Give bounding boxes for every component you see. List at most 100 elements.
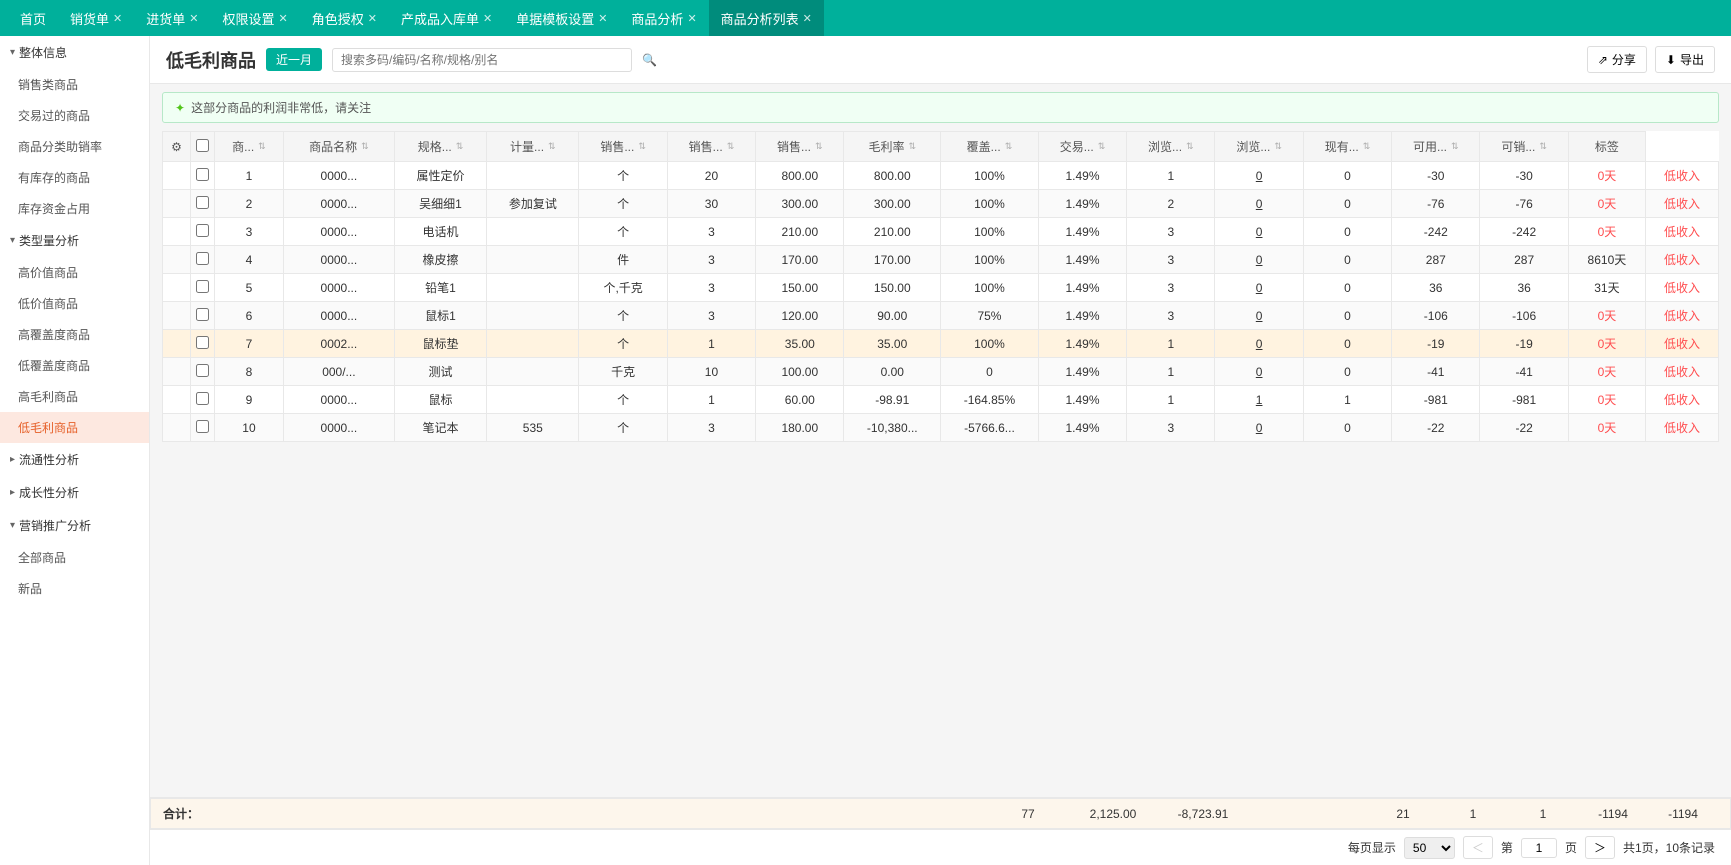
time-filter-button[interactable]: 近一月 [266,48,322,71]
nav-purchase-order-close[interactable]: ✕ [189,12,198,25]
share-button[interactable]: ⇗ 分享 [1587,46,1647,73]
row-checkbox-cell[interactable] [191,162,215,190]
th-sales-amount[interactable]: 销售...⇅ [667,132,755,162]
nav-home[interactable]: 首页 [8,0,58,36]
row-checkbox[interactable] [196,196,209,209]
row-checkbox-cell[interactable] [191,358,215,386]
row-checkbox[interactable] [196,392,209,405]
row-checkbox[interactable] [196,252,209,265]
row-browse1[interactable]: 0 [1215,246,1303,274]
search-icon[interactable]: 🔍 [642,53,657,67]
browse1-link[interactable]: 0 [1256,169,1263,183]
row-checkbox[interactable] [196,420,209,433]
next-page-button[interactable]: ＞ [1585,836,1615,859]
row-checkbox[interactable] [196,308,209,321]
nav-permissions[interactable]: 权限设置 ✕ [210,0,299,36]
sidebar-item-stock-capital[interactable]: 库存资金占用 [0,193,149,224]
nav-product-analysis-close[interactable]: ✕ [687,12,696,25]
th-available[interactable]: 可用...⇅ [1392,132,1480,162]
row-checkbox-cell[interactable] [191,274,215,302]
row-browse1[interactable]: 0 [1215,190,1303,218]
th-unit[interactable]: 计量...⇅ [487,132,579,162]
th-sellable[interactable]: 可销...⇅ [1480,132,1568,162]
th-browse1[interactable]: 浏览...⇅ [1127,132,1215,162]
row-checkbox-cell[interactable] [191,386,215,414]
row-checkbox-cell[interactable] [191,330,215,358]
sidebar-group-growth[interactable]: ▸ 成长性分析 [0,476,149,509]
nav-permissions-close[interactable]: ✕ [279,12,288,25]
sidebar-item-low-value[interactable]: 低价值商品 [0,288,149,319]
sidebar-group-category[interactable]: ▾ 类型量分析 [0,224,149,257]
row-browse1[interactable]: 0 [1215,414,1303,442]
th-tag[interactable]: 标签 [1568,132,1645,162]
th-gross-margin[interactable]: 毛利率⇅ [844,132,941,162]
browse1-link[interactable]: 0 [1256,253,1263,267]
th-spec[interactable]: 规格...⇅ [394,132,486,162]
per-page-select[interactable]: 50 100 [1404,837,1455,859]
nav-template-settings[interactable]: 单据模板设置 ✕ [504,0,619,36]
row-browse1[interactable]: 1 [1215,386,1303,414]
browse1-link[interactable]: 0 [1256,421,1263,435]
nav-role-auth[interactable]: 角色授权 ✕ [300,0,389,36]
browse1-link[interactable]: 0 [1256,281,1263,295]
nav-sales-order[interactable]: 销货单 ✕ [58,0,134,36]
export-button[interactable]: ⬇ 导出 [1655,46,1715,73]
sidebar-item-low-margin[interactable]: 低毛利商品 [0,412,149,443]
nav-sales-order-close[interactable]: ✕ [113,12,122,25]
nav-purchase-order[interactable]: 进货单 ✕ [134,0,210,36]
row-checkbox[interactable] [196,336,209,349]
row-checkbox[interactable] [196,280,209,293]
browse1-link[interactable]: 1 [1256,393,1263,407]
nav-product-inbound[interactable]: 产成品入库单 ✕ [389,0,504,36]
row-checkbox-cell[interactable] [191,190,215,218]
row-browse1[interactable]: 0 [1215,330,1303,358]
row-browse1[interactable]: 0 [1215,358,1303,386]
search-input[interactable] [332,48,632,72]
th-code[interactable]: 商...⇅ [215,132,284,162]
sidebar-item-high-margin[interactable]: 高毛利商品 [0,381,149,412]
sidebar-group-overall[interactable]: ▾ 整体信息 [0,36,149,69]
nav-product-analysis-list-close[interactable]: ✕ [803,12,812,25]
sidebar-item-high-value[interactable]: 高价值商品 [0,257,149,288]
th-browse2[interactable]: 浏览...⇅ [1215,132,1303,162]
browse1-link[interactable]: 0 [1256,309,1263,323]
row-browse1[interactable]: 0 [1215,162,1303,190]
nav-product-analysis-list[interactable]: 商品分析列表 ✕ [709,0,824,36]
sidebar-item-in-stock[interactable]: 有库存的商品 [0,162,149,193]
row-browse1[interactable]: 0 [1215,274,1303,302]
nav-product-analysis[interactable]: 商品分析 ✕ [619,0,708,36]
sidebar-group-marketing[interactable]: ▾ 营销推广分析 [0,509,149,542]
browse1-link[interactable]: 0 [1256,225,1263,239]
row-browse1[interactable]: 0 [1215,302,1303,330]
browse1-link[interactable]: 0 [1256,337,1263,351]
th-coverage[interactable]: 覆盖...⇅ [941,132,1039,162]
sidebar-item-traded-goods[interactable]: 交易过的商品 [0,100,149,131]
row-checkbox[interactable] [196,224,209,237]
row-checkbox-cell[interactable] [191,218,215,246]
select-all-checkbox[interactable] [196,139,209,152]
row-checkbox[interactable] [196,364,209,377]
browse1-link[interactable]: 0 [1256,365,1263,379]
browse1-link[interactable]: 0 [1256,197,1263,211]
th-checkbox[interactable] [191,132,215,162]
sidebar-item-all-goods[interactable]: 全部商品 [0,542,149,573]
th-sales-profit[interactable]: 销售...⇅ [756,132,844,162]
sidebar-item-low-coverage[interactable]: 低覆盖度商品 [0,350,149,381]
th-sales-qty[interactable]: 销售...⇅ [579,132,667,162]
sidebar-item-high-coverage[interactable]: 高覆盖度商品 [0,319,149,350]
nav-role-auth-close[interactable]: ✕ [368,12,377,25]
sidebar-item-category-rate[interactable]: 商品分类助销率 [0,131,149,162]
page-number-input[interactable] [1521,838,1557,858]
th-transaction[interactable]: 交易...⇅ [1038,132,1126,162]
th-settings[interactable]: ⚙ [163,132,191,162]
sidebar-item-sales-goods[interactable]: 销售类商品 [0,69,149,100]
sidebar-group-circulation[interactable]: ▸ 流通性分析 [0,443,149,476]
nav-template-settings-close[interactable]: ✕ [598,12,607,25]
row-browse1[interactable]: 0 [1215,218,1303,246]
prev-page-button[interactable]: ＜ [1463,836,1493,859]
th-current-stock[interactable]: 现有...⇅ [1303,132,1391,162]
th-name[interactable]: 商品名称⇅ [283,132,394,162]
sidebar-item-new-goods[interactable]: 新品 [0,573,149,604]
row-checkbox[interactable] [196,168,209,181]
nav-product-inbound-close[interactable]: ✕ [483,12,492,25]
